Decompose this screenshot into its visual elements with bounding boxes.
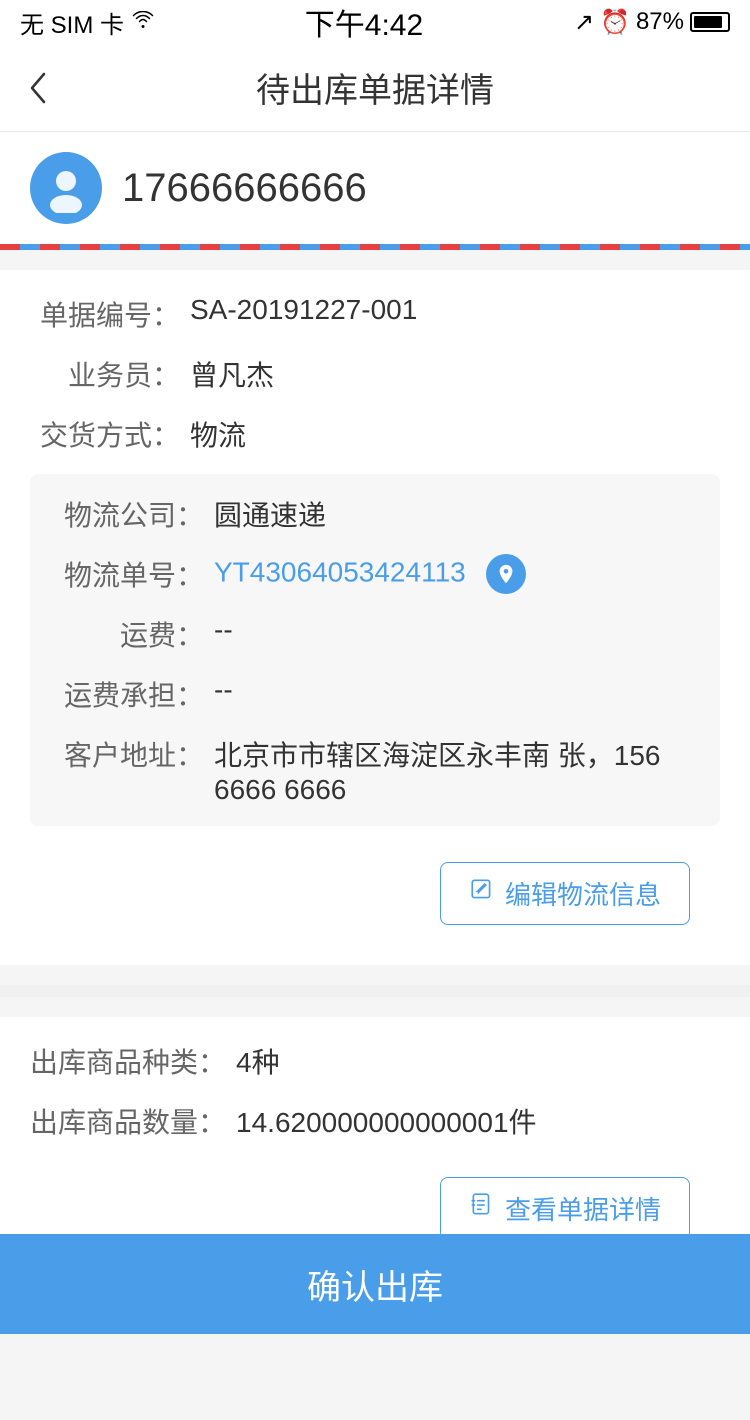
logistics-tracking-label: 物流单号：: [54, 554, 214, 594]
confirm-label: 确认出库: [307, 1260, 443, 1309]
doc-agent-value: 曾凡杰: [190, 354, 720, 394]
doc-delivery-label: 交货方式：: [30, 414, 190, 454]
avatar: [30, 152, 102, 224]
logistics-address-value: 北京市市辖区海淀区永丰南 张，156 6666 6666: [214, 734, 696, 806]
status-left: 无 SIM 卡: [20, 5, 154, 40]
logistics-card: 物流公司： 圆通速递 物流单号： YT43064053424113 运费： --…: [30, 474, 720, 826]
location-active-icon: ↗: [574, 8, 594, 37]
document-icon: [469, 1192, 495, 1225]
user-header: 17666666666: [0, 132, 750, 244]
view-detail-label: 查看单据详情: [505, 1190, 661, 1227]
logistics-company-row: 物流公司： 圆通速递: [54, 494, 696, 534]
doc-number-label: 单据编号：: [30, 294, 190, 334]
edit-logistics-label: 编辑物流信息: [505, 875, 661, 912]
goods-quantity-row: 出库商品数量： 14.620000000000001件: [30, 1101, 720, 1141]
logistics-bearer-label: 运费承担：: [54, 674, 214, 714]
doc-delivery-value: 物流: [190, 414, 720, 454]
nav-bar: 待出库单据详情: [0, 44, 750, 132]
doc-delivery-row: 交货方式： 物流: [30, 414, 720, 454]
logistics-company-value: 圆通速递: [214, 494, 696, 534]
logistics-freight-row: 运费： --: [54, 614, 696, 654]
goods-quantity-value: 14.620000000000001件: [236, 1101, 720, 1141]
logistics-bearer-value: --: [214, 674, 696, 706]
doc-agent-label: 业务员：: [30, 354, 190, 394]
goods-types-label: 出库商品种类：: [30, 1041, 236, 1081]
back-button[interactable]: [24, 66, 52, 110]
wifi-icon: [132, 9, 154, 35]
carrier-text: 无 SIM 卡: [20, 5, 124, 40]
edit-icon: [469, 877, 495, 910]
alarm-icon: ⏰: [600, 8, 630, 37]
logistics-freight-value: --: [214, 614, 696, 646]
user-phone: 17666666666: [122, 166, 367, 211]
edit-logistics-button[interactable]: 编辑物流信息: [440, 862, 690, 925]
status-time: 下午4:42: [305, 0, 423, 44]
logistics-tracking-value: YT43064053424113: [214, 554, 696, 594]
goods-types-value: 4种: [236, 1041, 720, 1081]
edit-logistics-container: 编辑物流信息: [30, 846, 720, 941]
dashed-separator: [0, 244, 750, 250]
view-detail-button[interactable]: 查看单据详情: [440, 1177, 690, 1240]
doc-agent-row: 业务员： 曾凡杰: [30, 354, 720, 394]
logistics-bearer-row: 运费承担： --: [54, 674, 696, 714]
logistics-address-row: 客户地址： 北京市市辖区海淀区永丰南 张，156 6666 6666: [54, 734, 696, 806]
section-divider: [0, 985, 750, 997]
page-title: 待出库单据详情: [256, 63, 494, 112]
logistics-address-label: 客户地址：: [54, 734, 214, 774]
logistics-tracking-row: 物流单号： YT43064053424113: [54, 554, 696, 594]
goods-quantity-label: 出库商品数量：: [30, 1101, 236, 1141]
battery-percent: 87%: [636, 8, 684, 36]
doc-number-value: SA-20191227-001: [190, 294, 720, 326]
status-right: ↗ ⏰ 87%: [574, 8, 730, 37]
goods-types-row: 出库商品种类： 4种: [30, 1041, 720, 1081]
confirm-button[interactable]: 确认出库: [0, 1234, 750, 1334]
status-bar: 无 SIM 卡 下午4:42 ↗ ⏰ 87%: [0, 0, 750, 44]
battery-icon: [690, 12, 730, 32]
logistics-freight-label: 运费：: [54, 614, 214, 654]
document-info-section: 单据编号： SA-20191227-001 业务员： 曾凡杰 交货方式： 物流 …: [0, 270, 750, 965]
tracking-location-icon[interactable]: [486, 554, 526, 594]
logistics-company-label: 物流公司：: [54, 494, 214, 534]
doc-number-row: 单据编号： SA-20191227-001: [30, 294, 720, 334]
